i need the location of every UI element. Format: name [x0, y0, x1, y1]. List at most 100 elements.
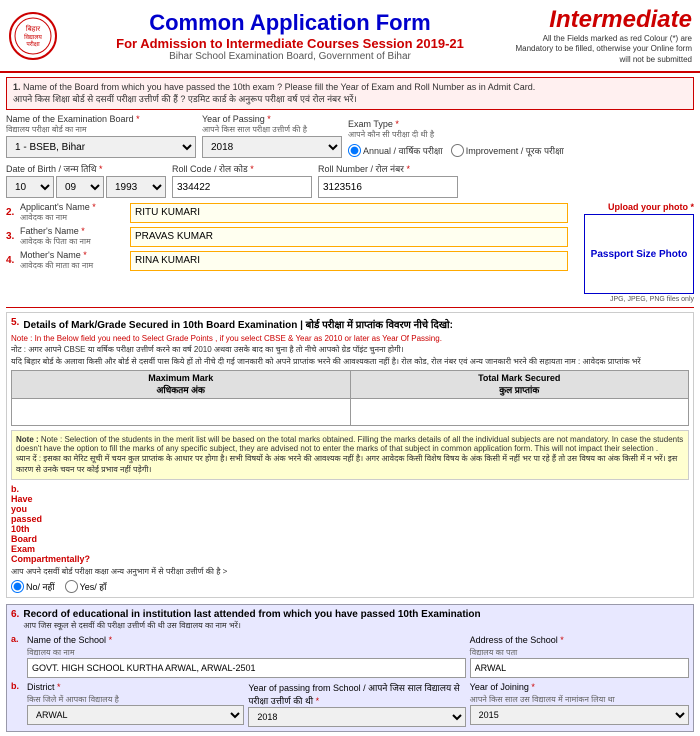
q-hindi: आप अपने दसवीं बोर्ड परीक्षा कक्षा अन्य अ…: [11, 566, 689, 577]
total-marks-input[interactable]: [355, 401, 685, 423]
header-badge-area: Intermediate All the Fields marked as re…: [512, 6, 692, 65]
field-num-4: 4.: [6, 255, 20, 266]
father-name-label: Father's Name * आवेदक के पिता का नाम: [20, 226, 130, 247]
page-title: Common Application Form: [68, 10, 512, 36]
section5-note-hindi: नोट : अगर आपने CBSE या वर्षिक परीक्षा उत…: [11, 344, 689, 355]
roll-code-input[interactable]: [172, 176, 312, 198]
district-select[interactable]: ARWAL: [27, 705, 244, 725]
address-group: Address of the School * विद्यालय का पता: [470, 634, 689, 678]
q-num-b: b. Have you passed 10th Board Exam Compa…: [11, 484, 23, 564]
year-join-group: Year of Joining * आपने किस साल उस विद्या…: [470, 681, 689, 725]
roll-num-label: Roll Number / रोल नंबर *: [318, 162, 458, 175]
school-name-input[interactable]: [27, 658, 466, 678]
photo-upload-box[interactable]: Passport Size Photo: [584, 214, 694, 294]
row-a-label: a.: [11, 634, 23, 644]
header-center: Common Application Form For Admission to…: [68, 10, 512, 62]
board-label: Name of the Examination Board * विद्यालय…: [6, 114, 196, 135]
passport-text: Passport Size Photo: [591, 249, 688, 260]
section6-title: Record of educational in institution las…: [23, 609, 480, 620]
section6-title-wrap: Record of educational in institution las…: [23, 609, 480, 631]
yes-radio[interactable]: [65, 580, 78, 593]
father-name-input[interactable]: [130, 227, 568, 247]
roll-num-group: Roll Number / रोल नंबर *: [318, 162, 458, 198]
dob-month-select[interactable]: 09: [56, 176, 104, 198]
year-group: Year of Passing * आपने किस साल परीक्षा उ…: [202, 114, 342, 158]
dob-year-select[interactable]: 1993: [106, 176, 166, 198]
field-num-2: 2.: [6, 207, 20, 218]
svg-text:परीक्षा: परीक्षा: [26, 40, 40, 48]
father-name-input-wrap: [130, 227, 568, 247]
roll-code-group: Roll Code / रोल कोड *: [172, 162, 312, 198]
dob-label: Date of Birth / जन्म तिथि *: [6, 162, 166, 175]
dob-roll-row: Date of Birth / जन्म तिथि * 10 09 1993 R…: [6, 162, 694, 198]
no-radio-label[interactable]: No/ नहीं: [11, 580, 55, 593]
dob-selects: 10 09 1993: [6, 176, 166, 198]
dob-group: Date of Birth / जन्म तिथि * 10 09 1993: [6, 162, 166, 198]
yes-radio-label[interactable]: Yes/ हाँ: [65, 580, 107, 593]
exam-improvement-radio-label[interactable]: Improvement / पूरक परीक्षा: [451, 144, 564, 157]
year-select[interactable]: 2018: [202, 136, 342, 158]
mother-name-input[interactable]: [130, 251, 568, 271]
svg-text:विद्यालय: विद्यालय: [24, 33, 42, 41]
selection-note-box: Note : Note : Selection of the students …: [11, 430, 689, 480]
photo-hint: JPG, JPEG, PNG files only: [610, 296, 694, 303]
exam-annual-radio-label[interactable]: Annual / वार्षिक परीक्षा: [348, 144, 443, 157]
marks-table: Maximum Mark अधिकतम अंक Total Mark Secur…: [11, 370, 689, 426]
address-label: Address of the School * विद्यालय का पता: [470, 635, 564, 657]
page-header: बिहार विद्यालय परीक्षा Common Applicatio…: [0, 0, 700, 73]
exam-type-group: Exam Type * आपने कौन सी परीक्षा दी थी है…: [348, 119, 564, 158]
roll-num-input[interactable]: [318, 176, 458, 198]
school-row-a: a. Name of the School * विद्यालय का नाम …: [11, 634, 689, 678]
compartment-radio-group: No/ नहीं Yes/ हाँ: [11, 580, 689, 593]
section6: 6. Record of educational in institution …: [6, 604, 694, 732]
selection-note: Note : Selection of the students in the …: [16, 435, 683, 453]
mother-name-input-wrap: [130, 251, 568, 271]
main-content: 1. Name of the Board from which you have…: [0, 73, 700, 736]
selection-note-hindi: ध्यान दें : इसका का मेरिट सूची में चयन क…: [16, 454, 677, 474]
roll-code-label: Roll Code / रोल कोड *: [172, 162, 312, 175]
section1-label: Name of the Board from which you have pa…: [23, 82, 535, 92]
row-b-label: b.: [11, 681, 23, 691]
applicant-section: 2. Applicant's Name * आवेदक का नाम 3. Fa…: [6, 202, 694, 303]
section5: 5. Details of Mark/Grade Secured in 10th…: [6, 312, 694, 598]
mother-name-row: 4. Mother's Name * आवेदक की माता का नाम: [6, 250, 568, 271]
exam-type-label: Exam Type * आपने कौन सी परीक्षा दी थी है: [348, 119, 564, 140]
section1-notice: 1. Name of the Board from which you have…: [6, 77, 694, 110]
compartment-question-row: b. Have you passed 10th Board Exam Compa…: [11, 484, 689, 564]
father-name-row: 3. Father's Name * आवेदक के पिता का नाम: [6, 226, 568, 247]
logo-icon: बिहार विद्यालय परीक्षा: [8, 11, 58, 61]
district-group: District * किस जिले में आपका विद्यालय है…: [27, 681, 244, 727]
applicant-name-input[interactable]: [130, 203, 568, 223]
year-join-select[interactable]: 2015: [470, 705, 689, 725]
year-pass-school-select[interactable]: 2018: [248, 707, 465, 727]
section5-title: Details of Mark/Grade Secured in 10th Bo…: [23, 320, 453, 331]
district-label: District * किस जिले में आपका विद्यालय है: [27, 682, 119, 704]
marks-col2-header: Total Mark Secured कुल प्राप्तांक: [350, 371, 689, 399]
marks-col1-header: Maximum Mark अधिकतम अंक: [12, 371, 351, 399]
exam-annual-radio[interactable]: [348, 144, 361, 157]
section6-num: 6.: [11, 609, 19, 620]
note-label: Note :: [16, 435, 41, 444]
mother-name-label: Mother's Name * आवेदक की माता का नाम: [20, 250, 130, 271]
applicant-fields: 2. Applicant's Name * आवेदक का नाम 3. Fa…: [6, 202, 568, 303]
address-input[interactable]: [470, 658, 689, 678]
school-name-label: Name of the School * विद्यालय का नाम: [27, 635, 112, 657]
board-select[interactable]: 1 - BSEB, Bihar: [6, 136, 196, 158]
exam-improvement-radio[interactable]: [451, 144, 464, 157]
divider-1: [6, 307, 694, 308]
year-join-label: Year of Joining * आपने किस साल उस विद्या…: [470, 682, 615, 704]
year-pass-label: Year of passing from School / आपने जिस स…: [248, 683, 459, 706]
applicant-name-input-wrap: [130, 203, 568, 223]
board-year-exam-row: Name of the Examination Board * विद्यालय…: [6, 114, 694, 158]
year-label: Year of Passing * आपने किस साल परीक्षा उ…: [202, 114, 342, 135]
district-year-group: District * किस जिले में आपका विद्यालय है…: [27, 681, 466, 727]
applicant-name-row: 2. Applicant's Name * आवेदक का नाम: [6, 202, 568, 223]
max-marks-input[interactable]: [16, 401, 346, 423]
dob-day-select[interactable]: 10: [6, 176, 54, 198]
school-row-b: b. District * किस जिले में आपका विद्यालय…: [11, 681, 689, 727]
section5-title-wrap: Details of Mark/Grade Secured in 10th Bo…: [23, 317, 453, 331]
upload-label: Upload your photo *: [608, 202, 694, 212]
svg-text:बिहार: बिहार: [26, 24, 40, 33]
marks-row: [12, 399, 689, 426]
no-radio[interactable]: [11, 580, 24, 593]
